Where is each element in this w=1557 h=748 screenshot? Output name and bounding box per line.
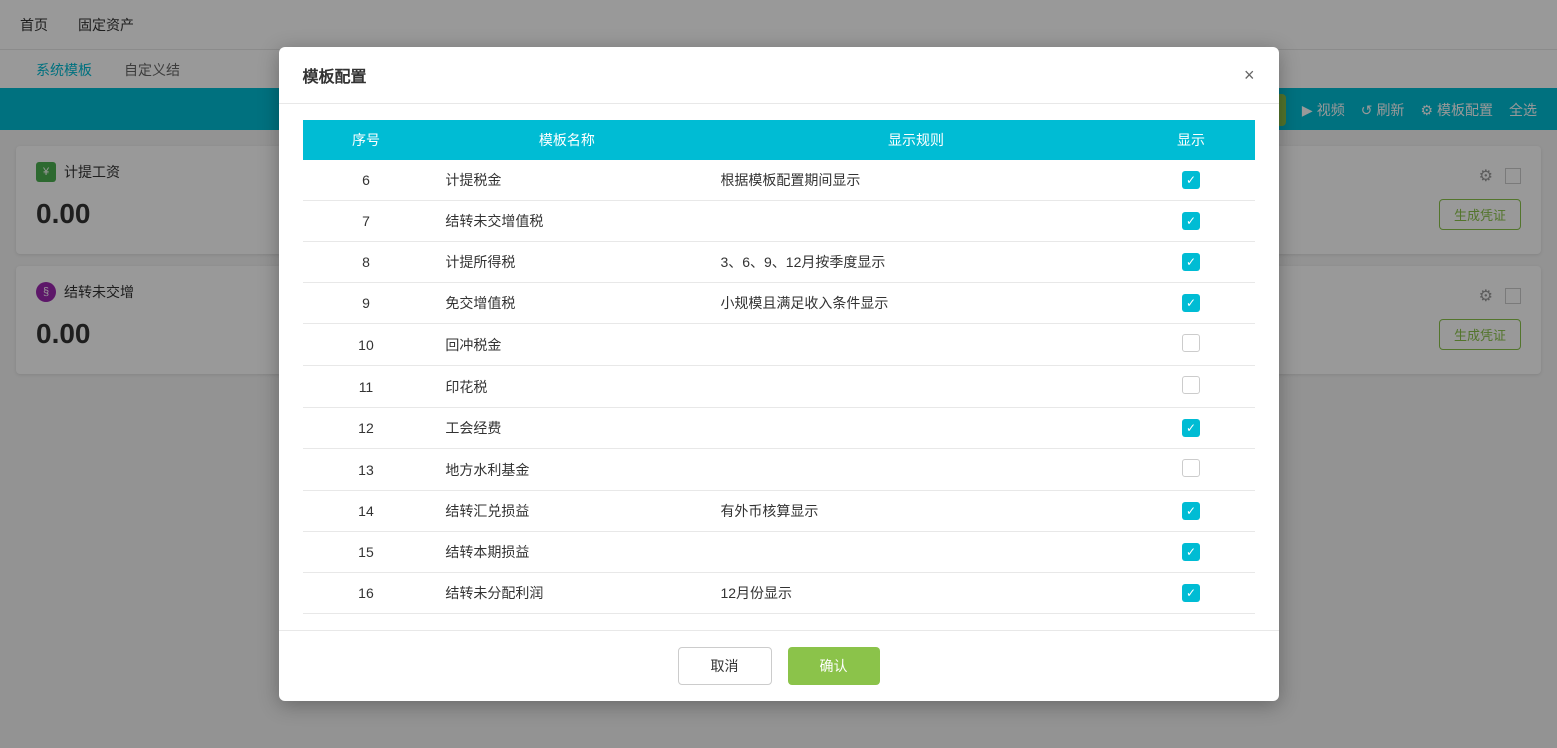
modal-overlay: 模板配置 × 序号 模板名称 显示规则 显示 6计提税金根据模板配置期间显 [0,0,1557,748]
cell-name: 计提税金 [429,160,704,201]
checkbox-checked-icon[interactable] [1182,253,1200,271]
table-scroll-container[interactable]: 序号 模板名称 显示规则 显示 6计提税金根据模板配置期间显示7结转未交增值税8… [303,120,1255,614]
cell-name: 计提所得税 [429,242,704,283]
cell-rule: 根据模板配置期间显示 [704,160,1127,201]
modal-body: 序号 模板名称 显示规则 显示 6计提税金根据模板配置期间显示7结转未交增值税8… [279,104,1279,630]
cell-checkbox[interactable] [1128,491,1255,532]
table-row: 15结转本期损益 [303,532,1255,573]
cell-checkbox[interactable] [1128,366,1255,408]
cell-rule [704,449,1127,491]
table-row: 8计提所得税3、6、9、12月按季度显示 [303,242,1255,283]
cell-name: 工会经费 [429,408,704,449]
checkbox-checked-icon[interactable] [1182,584,1200,602]
modal-title: 模板配置 [303,63,367,87]
checkbox-unchecked-icon[interactable] [1182,376,1200,394]
cell-checkbox[interactable] [1128,324,1255,366]
checkbox-checked-icon[interactable] [1182,212,1200,230]
cell-checkbox[interactable] [1128,283,1255,324]
col-display: 显示 [1128,120,1255,160]
table-header-row: 序号 模板名称 显示规则 显示 [303,120,1255,160]
cell-checkbox[interactable] [1128,573,1255,614]
cell-name: 结转未分配利润 [429,573,704,614]
modal-template-config: 模板配置 × 序号 模板名称 显示规则 显示 6计提税金根据模板配置期间显 [279,47,1279,701]
col-seq: 序号 [303,120,430,160]
checkbox-checked-icon[interactable] [1182,419,1200,437]
cancel-button[interactable]: 取消 [678,647,772,685]
modal-close-button[interactable]: × [1244,66,1255,84]
table-row: 11印花税 [303,366,1255,408]
cell-name: 回冲税金 [429,324,704,366]
cell-rule: 3、6、9、12月按季度显示 [704,242,1127,283]
cell-checkbox[interactable] [1128,532,1255,573]
table-row: 13地方水利基金 [303,449,1255,491]
table-row: 7结转未交增值税 [303,201,1255,242]
cell-seq: 11 [303,366,430,408]
cell-rule: 小规模且满足收入条件显示 [704,283,1127,324]
col-name: 模板名称 [429,120,704,160]
cell-rule [704,366,1127,408]
cell-checkbox[interactable] [1128,242,1255,283]
cell-seq: 10 [303,324,430,366]
cell-name: 地方水利基金 [429,449,704,491]
cell-name: 印花税 [429,366,704,408]
cell-seq: 13 [303,449,430,491]
cell-seq: 16 [303,573,430,614]
cell-seq: 6 [303,160,430,201]
cell-rule [704,201,1127,242]
table-row: 14结转汇兑损益有外币核算显示 [303,491,1255,532]
table-row: 12工会经费 [303,408,1255,449]
modal-header: 模板配置 × [279,47,1279,104]
checkbox-checked-icon[interactable] [1182,171,1200,189]
cell-rule: 有外币核算显示 [704,491,1127,532]
checkbox-checked-icon[interactable] [1182,294,1200,312]
cell-checkbox[interactable] [1128,449,1255,491]
checkbox-checked-icon[interactable] [1182,543,1200,561]
cell-checkbox[interactable] [1128,160,1255,201]
cell-seq: 7 [303,201,430,242]
checkbox-unchecked-icon[interactable] [1182,334,1200,352]
checkbox-unchecked-icon[interactable] [1182,459,1200,477]
col-rule: 显示规则 [704,120,1127,160]
cell-seq: 12 [303,408,430,449]
cell-seq: 14 [303,491,430,532]
confirm-button[interactable]: 确认 [788,647,880,685]
cell-rule [704,408,1127,449]
cell-rule [704,532,1127,573]
cell-checkbox[interactable] [1128,408,1255,449]
cell-rule: 12月份显示 [704,573,1127,614]
checkbox-checked-icon[interactable] [1182,502,1200,520]
cell-rule [704,324,1127,366]
modal-footer: 取消 确认 [279,630,1279,701]
cell-name: 结转本期损益 [429,532,704,573]
cell-seq: 8 [303,242,430,283]
table-row: 16结转未分配利润12月份显示 [303,573,1255,614]
table-row: 9免交增值税小规模且满足收入条件显示 [303,283,1255,324]
table-head: 序号 模板名称 显示规则 显示 [303,120,1255,160]
cell-name: 免交增值税 [429,283,704,324]
cell-checkbox[interactable] [1128,201,1255,242]
cell-name: 结转汇兑损益 [429,491,704,532]
cell-seq: 15 [303,532,430,573]
table-row: 10回冲税金 [303,324,1255,366]
cell-seq: 9 [303,283,430,324]
table-row: 6计提税金根据模板配置期间显示 [303,160,1255,201]
table-body: 6计提税金根据模板配置期间显示7结转未交增值税8计提所得税3、6、9、12月按季… [303,160,1255,614]
config-table: 序号 模板名称 显示规则 显示 6计提税金根据模板配置期间显示7结转未交增值税8… [303,120,1255,614]
cell-name: 结转未交增值税 [429,201,704,242]
